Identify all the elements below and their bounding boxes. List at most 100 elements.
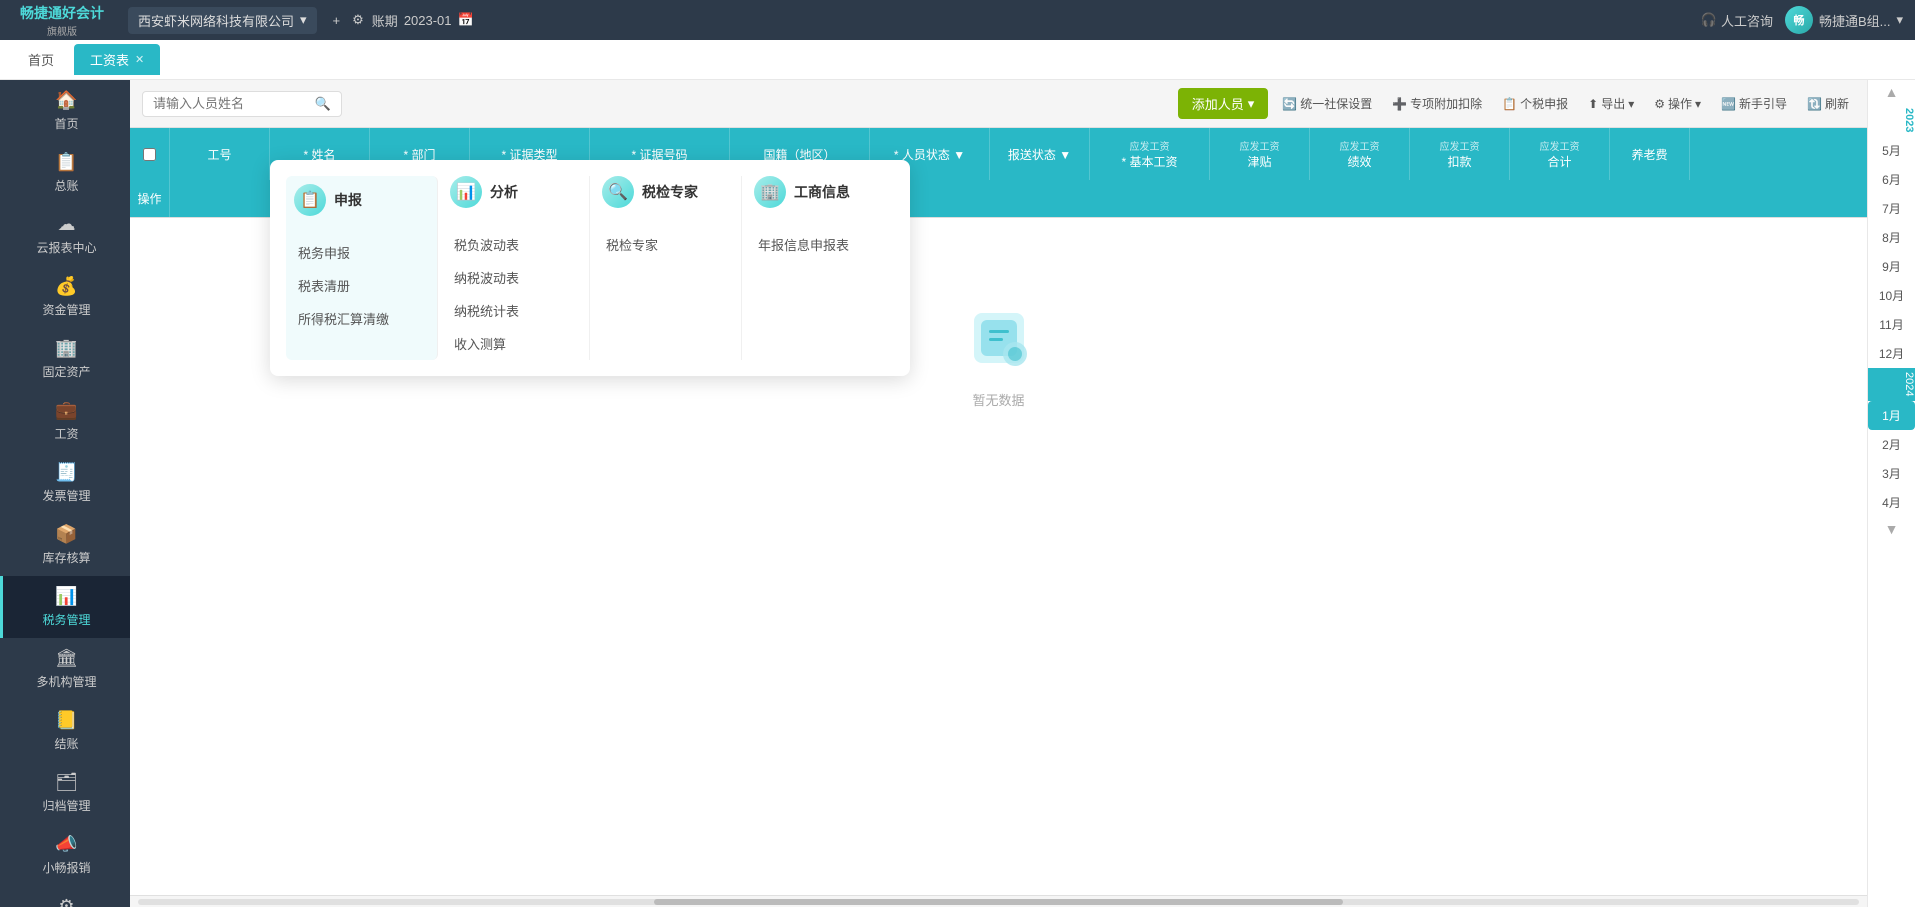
- analysis-title: 分析: [490, 182, 518, 202]
- sidebar-item-inventory-label: 库存核算: [42, 549, 90, 566]
- calendar-icon[interactable]: 📅: [458, 12, 474, 28]
- sidebar-item-invoice-label: 发票管理: [42, 487, 90, 504]
- dropdown-item-annual-report[interactable]: 年报信息申报表: [754, 228, 882, 261]
- sidebar-item-closing[interactable]: 📒 结账: [0, 700, 130, 762]
- guide-button[interactable]: 🆕 新手引导: [1715, 91, 1793, 116]
- content-area: 🔍 添加人员 ▾ 🔄 统一社保设置 ➕ 专项附加扣除 📋 个税申报 ⬆ 导出: [130, 80, 1867, 907]
- tab-salary-close[interactable]: ✕: [135, 53, 144, 66]
- dropdown-menu: 📋 申报 税务申报 税表清册 所得税汇算清缴 📊 分析 税负波动表 纳税波动表 …: [270, 160, 910, 376]
- tax-declaration-icon: 📋: [1502, 97, 1517, 111]
- tax-declaration-label: 个税申报: [1520, 95, 1568, 112]
- month-4[interactable]: 4月: [1868, 488, 1915, 517]
- scrollbar-area: [130, 895, 1867, 907]
- sidebar-item-multi-org[interactable]: 🏛 多机构管理: [0, 638, 130, 700]
- dropdown-item-tax-expert[interactable]: 税检专家: [602, 228, 729, 261]
- sidebar-item-archive-label: 归档管理: [42, 797, 90, 814]
- fund-icon: 💰: [55, 276, 77, 297]
- month-3[interactable]: 3月: [1868, 459, 1915, 488]
- user-area[interactable]: 畅 畅捷通B组... ▾: [1785, 6, 1903, 34]
- sidebar-item-archive[interactable]: 🗂 归档管理: [0, 762, 130, 824]
- sidebar-item-fund[interactable]: 💰 资金管理: [0, 266, 130, 328]
- th-checkbox[interactable]: [130, 128, 170, 180]
- special-deduction-icon: ➕: [1392, 97, 1407, 111]
- th-ops: 操作: [130, 180, 170, 217]
- month-12[interactable]: 12月: [1868, 339, 1915, 368]
- sidebar-item-ledger[interactable]: 📋 总账: [0, 142, 130, 204]
- search-input[interactable]: [153, 96, 309, 111]
- social-security-label: 统一社保设置: [1300, 95, 1372, 112]
- sidebar-item-ledger-label: 总账: [54, 177, 78, 194]
- month-7[interactable]: 7月: [1868, 194, 1915, 223]
- company-dropdown-icon: ▾: [300, 12, 307, 28]
- business-icon: 🏢: [754, 176, 786, 208]
- export-icon: ⬆: [1588, 97, 1598, 111]
- tax-declaration-button[interactable]: 📋 个税申报: [1496, 91, 1574, 116]
- sidebar-item-salary[interactable]: 💼 工资: [0, 390, 130, 452]
- right-panel: ▲ 2023 5月 6月 7月 8月 9月 10月 11月 12月 2024 1…: [1867, 80, 1915, 907]
- dropdown-item-tax-declaration[interactable]: 税务申报: [294, 236, 429, 269]
- dropdown-item-tax-table[interactable]: 税表清册: [294, 269, 429, 302]
- social-security-icon: 🔄: [1282, 97, 1297, 111]
- month-11[interactable]: 11月: [1868, 310, 1915, 339]
- app-title: 畅捷通好会计: [20, 3, 104, 23]
- tax-expert-title: 税检专家: [642, 182, 698, 202]
- dropdown-item-tax-burden[interactable]: 税负波动表: [450, 228, 577, 261]
- dropdown-item-tax-fluctuation[interactable]: 纳税波动表: [450, 261, 577, 294]
- sidebar-item-invoice[interactable]: 🧾 发票管理: [0, 452, 130, 514]
- operations-button[interactable]: ⚙ 操作 ▾: [1648, 91, 1707, 116]
- month-6[interactable]: 6月: [1868, 165, 1915, 194]
- add-company-button[interactable]: +: [333, 13, 341, 28]
- right-panel-up[interactable]: ▲: [1881, 80, 1903, 104]
- support-button[interactable]: 🎧 人工咨询: [1701, 11, 1773, 30]
- th-id: 工号: [170, 128, 270, 180]
- inventory-icon: 📦: [55, 524, 77, 545]
- tab-salary[interactable]: 工资表 ✕: [74, 44, 160, 75]
- th-allowance: 应发工资 津贴: [1210, 128, 1310, 180]
- company-selector[interactable]: 西安虾米网络科技有限公司 ▾: [128, 7, 317, 34]
- right-panel-year-2024: 2024: [1868, 368, 1915, 400]
- export-button[interactable]: ⬆ 导出 ▾: [1582, 91, 1640, 116]
- special-deduction-button[interactable]: ➕ 专项附加扣除: [1386, 91, 1488, 116]
- sidebar-item-home[interactable]: 🏠 首页: [0, 80, 130, 142]
- sidebar-item-assets-label: 固定资产: [42, 363, 90, 380]
- dropdown-col-declaration: 📋 申报 税务申报 税表清册 所得税汇算清缴: [286, 176, 438, 360]
- sidebar-item-cloud[interactable]: ☁ 云报表中心: [0, 204, 130, 266]
- tab-home-label: 首页: [28, 50, 54, 69]
- sidebar-item-basic-settings[interactable]: ⚙ 基础设置: [0, 886, 130, 907]
- month-10[interactable]: 10月: [1868, 281, 1915, 310]
- social-security-button[interactable]: 🔄 统一社保设置: [1276, 91, 1378, 116]
- assets-icon: 🏢: [55, 338, 77, 359]
- invoice-icon: 🧾: [55, 462, 77, 483]
- month-5[interactable]: 5月: [1868, 136, 1915, 165]
- top-header: 畅捷通好会计 旗舰版 西安虾米网络科技有限公司 ▾ + ⚙ 账期 2023-01…: [0, 0, 1915, 40]
- month-8[interactable]: 8月: [1868, 223, 1915, 252]
- sidebar-item-expense[interactable]: 📣 小畅报销: [0, 824, 130, 886]
- sidebar-item-home-label: 首页: [54, 115, 78, 132]
- month-9[interactable]: 9月: [1868, 252, 1915, 281]
- settings-button[interactable]: ⚙: [352, 12, 364, 28]
- add-person-button[interactable]: 添加人员 ▾: [1178, 88, 1269, 119]
- tab-home[interactable]: 首页: [12, 44, 70, 75]
- dropdown-col-analysis: 📊 分析 税负波动表 纳税波动表 纳税统计表 收入测算: [438, 176, 590, 360]
- dropdown-item-income-estimate[interactable]: 收入测算: [450, 327, 577, 360]
- business-title: 工商信息: [794, 182, 850, 202]
- right-panel-down[interactable]: ▼: [1881, 517, 1903, 541]
- scrollbar-track[interactable]: [138, 899, 1859, 905]
- sidebar-item-assets[interactable]: 🏢 固定资产: [0, 328, 130, 390]
- sidebar-item-inventory[interactable]: 📦 库存核算: [0, 514, 130, 576]
- add-dropdown-chevron: ▾: [1248, 96, 1255, 112]
- dropdown-item-income-tax[interactable]: 所得税汇算清缴: [294, 302, 429, 335]
- search-container: 🔍: [142, 91, 342, 117]
- home-icon: 🏠: [55, 90, 77, 111]
- search-icon[interactable]: 🔍: [315, 96, 331, 112]
- dropdown-item-tax-statistics[interactable]: 纳税统计表: [450, 294, 577, 327]
- sidebar-item-fund-label: 资金管理: [42, 301, 90, 318]
- company-name: 西安虾米网络科技有限公司: [138, 11, 294, 30]
- sidebar-item-tax[interactable]: 📊 税务管理: [0, 576, 130, 638]
- refresh-button[interactable]: 🔃 刷新: [1801, 91, 1855, 116]
- select-all-checkbox[interactable]: [143, 148, 156, 161]
- month-2[interactable]: 2月: [1868, 430, 1915, 459]
- export-dropdown-icon: ▾: [1628, 97, 1634, 111]
- app-subtitle: 旗舰版: [47, 23, 77, 38]
- month-1[interactable]: 1月: [1868, 401, 1915, 430]
